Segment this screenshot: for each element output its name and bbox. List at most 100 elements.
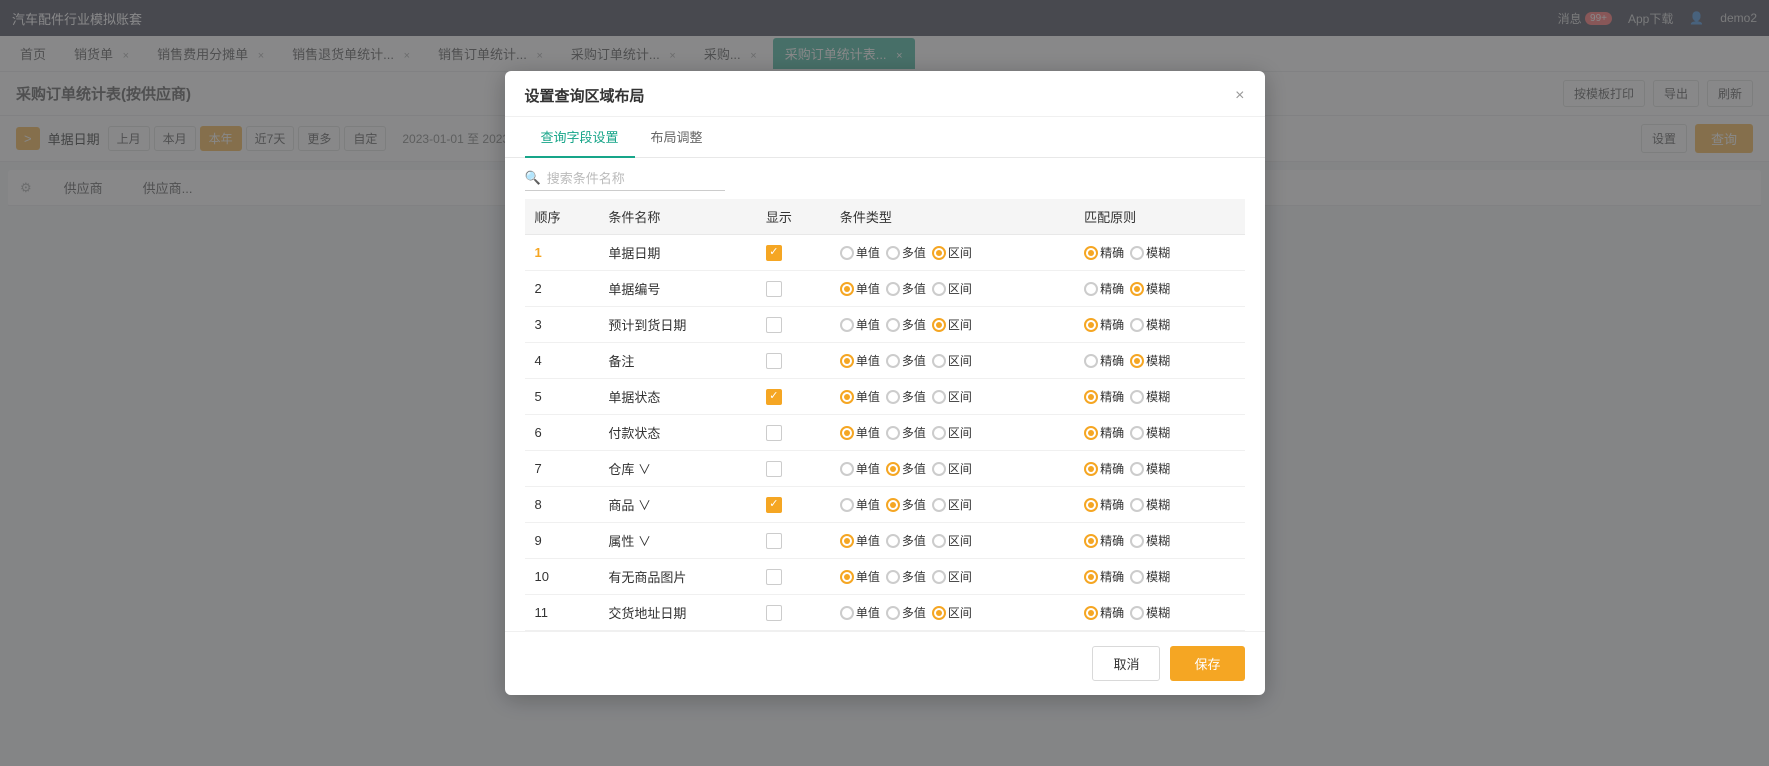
radio-type-单值[interactable]: 单值 xyxy=(840,604,880,621)
radio-type-区间[interactable]: 区间 xyxy=(932,352,972,369)
row-match-options: 精确 模糊 xyxy=(1074,307,1244,343)
radio-label: 精确 xyxy=(1100,568,1124,585)
radio-type-单值[interactable]: 单值 xyxy=(840,424,880,441)
radio-type-区间[interactable]: 区间 xyxy=(932,388,972,405)
save-btn[interactable]: 保存 xyxy=(1170,646,1244,681)
row-display-checkbox[interactable] xyxy=(756,379,830,415)
radio-label: 精确 xyxy=(1100,352,1124,369)
radio-match-精确[interactable]: 精确 xyxy=(1084,460,1124,477)
radio-type-区间[interactable]: 区间 xyxy=(932,604,972,621)
row-display-checkbox[interactable] xyxy=(756,595,830,631)
radio-type-多值[interactable]: 多值 xyxy=(886,280,926,297)
radio-type-多值[interactable]: 多值 xyxy=(886,496,926,513)
radio-circle xyxy=(840,498,854,512)
radio-type-单值[interactable]: 单值 xyxy=(840,352,880,369)
cancel-btn[interactable]: 取消 xyxy=(1092,646,1160,681)
radio-circle xyxy=(886,570,900,584)
row-display-checkbox[interactable] xyxy=(756,271,830,307)
checkbox[interactable] xyxy=(766,317,782,333)
modal-overlay: 设置查询区域布局 × 查询字段设置 布局调整 🔍 顺序 条件名称 显示 xyxy=(0,0,1769,766)
radio-type-多值[interactable]: 多值 xyxy=(886,604,926,621)
radio-match-精确[interactable]: 精确 xyxy=(1084,316,1124,333)
radio-match-模糊[interactable]: 模糊 xyxy=(1130,244,1170,261)
row-display-checkbox[interactable] xyxy=(756,415,830,451)
radio-type-区间[interactable]: 区间 xyxy=(932,460,972,477)
modal-close-btn[interactable]: × xyxy=(1235,88,1244,104)
radio-match-精确[interactable]: 精确 xyxy=(1084,280,1124,297)
row-name: 仓库 ∨ xyxy=(598,451,755,487)
radio-circle xyxy=(840,534,854,548)
radio-label: 模糊 xyxy=(1146,316,1170,333)
row-display-checkbox[interactable] xyxy=(756,235,830,271)
radio-type-多值[interactable]: 多值 xyxy=(886,388,926,405)
radio-type-区间[interactable]: 区间 xyxy=(932,532,972,549)
row-display-checkbox[interactable] xyxy=(756,559,830,595)
radio-match-精确[interactable]: 精确 xyxy=(1084,496,1124,513)
row-display-checkbox[interactable] xyxy=(756,451,830,487)
radio-match-精确[interactable]: 精确 xyxy=(1084,424,1124,441)
radio-match-精确[interactable]: 精确 xyxy=(1084,604,1124,621)
checkbox[interactable] xyxy=(766,353,782,369)
radio-match-精确[interactable]: 精确 xyxy=(1084,388,1124,405)
radio-type-区间[interactable]: 区间 xyxy=(932,568,972,585)
radio-circle xyxy=(1084,534,1098,548)
radio-label: 区间 xyxy=(948,316,972,333)
radio-type-多值[interactable]: 多值 xyxy=(886,460,926,477)
radio-type-多值[interactable]: 多值 xyxy=(886,424,926,441)
radio-type-区间[interactable]: 区间 xyxy=(932,424,972,441)
row-name: 备注 xyxy=(598,343,755,379)
radio-match-模糊[interactable]: 模糊 xyxy=(1130,460,1170,477)
radio-match-模糊[interactable]: 模糊 xyxy=(1130,532,1170,549)
radio-type-多值[interactable]: 多值 xyxy=(886,532,926,549)
radio-match-模糊[interactable]: 模糊 xyxy=(1130,604,1170,621)
radio-match-精确[interactable]: 精确 xyxy=(1084,532,1124,549)
radio-match-模糊[interactable]: 模糊 xyxy=(1130,352,1170,369)
checkbox[interactable] xyxy=(766,281,782,297)
radio-type-区间[interactable]: 区间 xyxy=(932,280,972,297)
row-type-options: 单值多值区间 xyxy=(830,487,1074,523)
radio-circle xyxy=(932,318,946,332)
row-display-checkbox[interactable] xyxy=(756,523,830,559)
checkbox[interactable] xyxy=(766,497,782,513)
modal-tab-layout[interactable]: 布局调整 xyxy=(635,117,719,158)
radio-type-多值[interactable]: 多值 xyxy=(886,244,926,261)
radio-type-区间[interactable]: 区间 xyxy=(932,244,972,261)
checkbox[interactable] xyxy=(766,461,782,477)
radio-match-模糊[interactable]: 模糊 xyxy=(1130,568,1170,585)
row-display-checkbox[interactable] xyxy=(756,307,830,343)
radio-match-模糊[interactable]: 模糊 xyxy=(1130,280,1170,297)
radio-type-多值[interactable]: 多值 xyxy=(886,568,926,585)
radio-type-多值[interactable]: 多值 xyxy=(886,316,926,333)
radio-type-单值[interactable]: 单值 xyxy=(840,568,880,585)
radio-type-单值[interactable]: 单值 xyxy=(840,532,880,549)
radio-type-单值[interactable]: 单值 xyxy=(840,496,880,513)
checkbox[interactable] xyxy=(766,245,782,261)
checkbox[interactable] xyxy=(766,425,782,441)
radio-type-单值[interactable]: 单值 xyxy=(840,388,880,405)
radio-circle xyxy=(840,318,854,332)
checkbox[interactable] xyxy=(766,389,782,405)
radio-type-单值[interactable]: 单值 xyxy=(840,460,880,477)
row-display-checkbox[interactable] xyxy=(756,487,830,523)
radio-match-精确[interactable]: 精确 xyxy=(1084,568,1124,585)
radio-type-区间[interactable]: 区间 xyxy=(932,496,972,513)
radio-match-精确[interactable]: 精确 xyxy=(1084,352,1124,369)
modal-tab-fields[interactable]: 查询字段设置 xyxy=(525,117,635,158)
row-display-checkbox[interactable] xyxy=(756,343,830,379)
radio-match-模糊[interactable]: 模糊 xyxy=(1130,424,1170,441)
radio-type-单值[interactable]: 单值 xyxy=(840,316,880,333)
radio-match-模糊[interactable]: 模糊 xyxy=(1130,496,1170,513)
checkbox[interactable] xyxy=(766,569,782,585)
radio-type-多值[interactable]: 多值 xyxy=(886,352,926,369)
checkbox[interactable] xyxy=(766,533,782,549)
radio-match-模糊[interactable]: 模糊 xyxy=(1130,388,1170,405)
radio-type-单值[interactable]: 单值 xyxy=(840,244,880,261)
radio-circle xyxy=(886,462,900,476)
radio-type-单值[interactable]: 单值 xyxy=(840,280,880,297)
radio-type-区间[interactable]: 区间 xyxy=(932,316,972,333)
radio-match-精确[interactable]: 精确 xyxy=(1084,244,1124,261)
checkbox[interactable] xyxy=(766,605,782,621)
radio-match-模糊[interactable]: 模糊 xyxy=(1130,316,1170,333)
search-input[interactable] xyxy=(547,171,707,186)
row-match-options: 精确模糊 xyxy=(1074,451,1244,487)
